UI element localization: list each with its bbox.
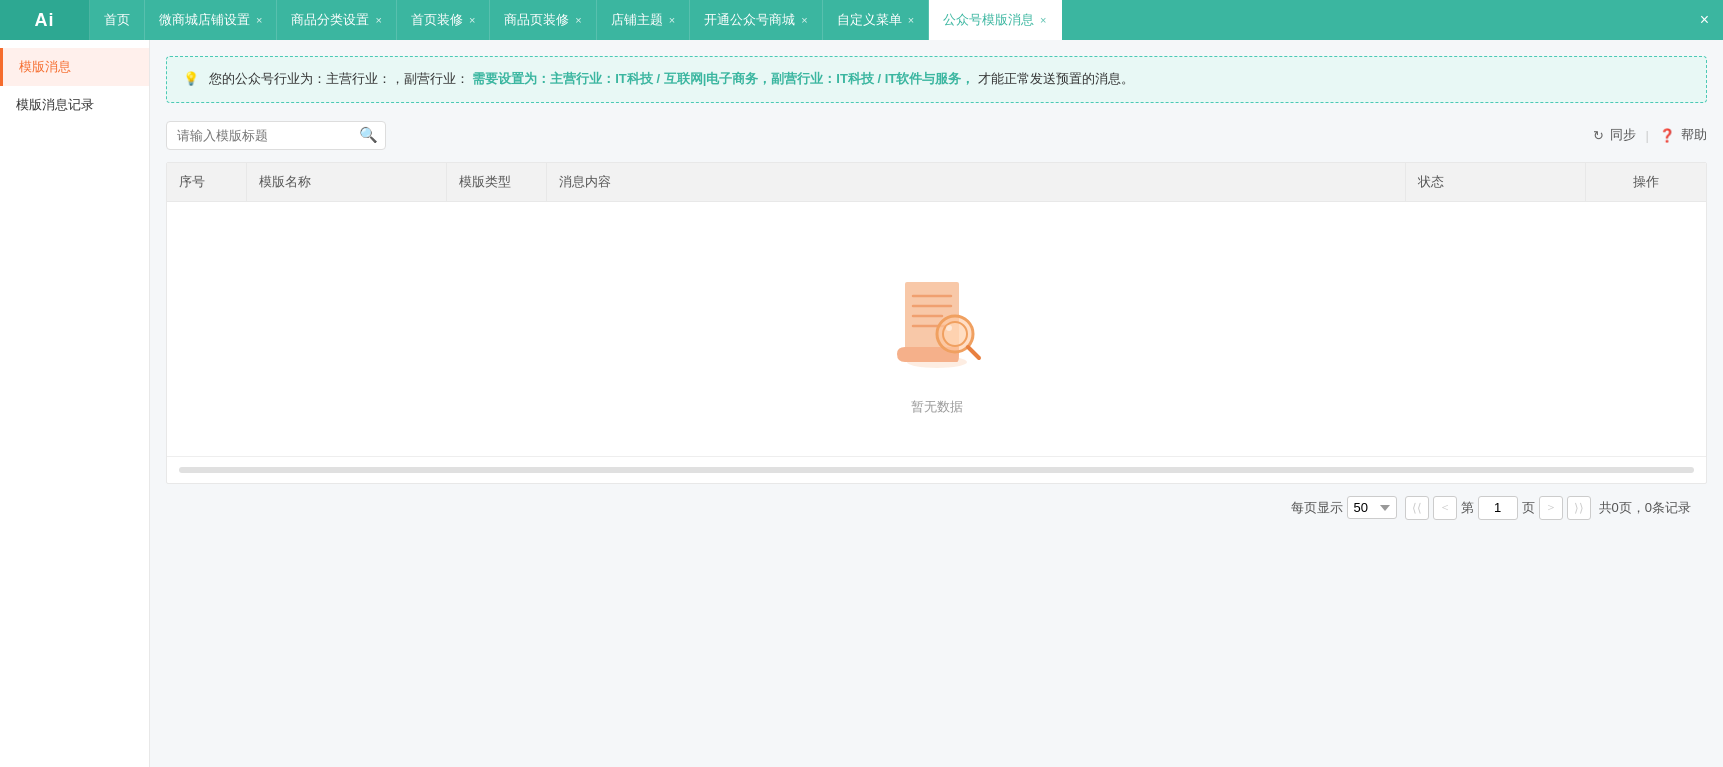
notice-bulb-icon: 💡 — [183, 71, 199, 86]
first-page-button[interactable]: ⟨⟨ — [1405, 496, 1429, 520]
empty-state: 暂无数据 — [167, 202, 1706, 456]
th-content: 消息内容 — [547, 163, 1406, 201]
logo-tab[interactable]: Ai — [0, 0, 90, 40]
close-product-decoration[interactable]: × — [575, 14, 581, 26]
sidebar-item-template-msg[interactable]: 模版消息 — [0, 48, 149, 86]
tab-open-mall-label: 开通公众号商城 — [704, 11, 795, 29]
page-size-select: 每页显示 10 20 50 100 — [1291, 496, 1397, 519]
scroll-bar-area — [167, 456, 1706, 483]
empty-illustration — [877, 262, 997, 382]
close-store-theme[interactable]: × — [669, 14, 675, 26]
tab-category-settings-label: 商品分类设置 — [291, 11, 369, 29]
sidebar-item-template-msg-record-label: 模版消息记录 — [16, 97, 94, 112]
main-content: 💡 您的公众号行业为：主营行业：，副营行业： 需要设置为：主营行业：IT科技 /… — [150, 40, 1723, 767]
tab-store-theme-label: 店铺主题 — [611, 11, 663, 29]
tab-product-decoration[interactable]: 商品页装修 × — [490, 0, 596, 40]
pagination: 每页显示 10 20 50 100 ⟨⟨ ＜ 第 页 ＞ ⟩⟩ 共0页，0条记录 — [166, 484, 1707, 532]
notice-highlight: 需要设置为：主营行业：IT科技 / 互联网|电子商务，副营行业：IT科技 / I… — [472, 71, 974, 86]
tab-home[interactable]: 首页 — [90, 0, 145, 40]
sidebar: 模版消息 模版消息记录 — [0, 40, 150, 767]
tab-custom-menu[interactable]: 自定义菜单 × — [823, 0, 929, 40]
tab-open-mall[interactable]: 开通公众号商城 × — [690, 0, 822, 40]
page-label: 第 — [1461, 499, 1474, 517]
next-page-button[interactable]: ＞ — [1539, 496, 1563, 520]
tab-custom-menu-label: 自定义菜单 — [837, 11, 902, 29]
page-nav: ⟨⟨ ＜ 第 页 ＞ ⟩⟩ — [1405, 496, 1591, 520]
search-input[interactable] — [166, 121, 386, 150]
notice-suffix: 才能正常发送预置的消息。 — [978, 71, 1134, 86]
search-bar: 🔍 ↻ 同步 | ❓ 帮助 — [166, 121, 1707, 150]
close-open-mall[interactable]: × — [801, 14, 807, 26]
notice-banner: 💡 您的公众号行业为：主营行业：，副营行业： 需要设置为：主营行业：IT科技 /… — [166, 56, 1707, 103]
th-status: 状态 — [1406, 163, 1586, 201]
tab-template-msg[interactable]: 公众号模版消息 × — [929, 0, 1061, 40]
empty-svg-icon — [877, 262, 997, 382]
close-category-settings[interactable]: × — [375, 14, 381, 26]
logo-text: Ai — [35, 10, 55, 31]
page-total: 共0页，0条记录 — [1599, 499, 1691, 517]
svg-point-8 — [946, 325, 952, 331]
layout: 模版消息 模版消息记录 💡 您的公众号行业为：主营行业：，副营行业： 需要设置为… — [0, 40, 1723, 767]
sidebar-item-template-msg-label: 模版消息 — [19, 59, 71, 74]
th-action: 操作 — [1586, 163, 1706, 201]
page-suffix: 页 — [1522, 499, 1535, 517]
sync-icon: ↻ — [1593, 128, 1604, 143]
search-input-wrap: 🔍 — [166, 121, 386, 150]
tab-home-label: 首页 — [104, 11, 130, 29]
table-header: 序号 模版名称 模版类型 消息内容 状态 操作 — [167, 163, 1706, 202]
tab-category-settings[interactable]: 商品分类设置 × — [277, 0, 396, 40]
th-type: 模版类型 — [447, 163, 547, 201]
search-icon[interactable]: 🔍 — [359, 126, 378, 144]
close-home-decoration[interactable]: × — [469, 14, 475, 26]
tab-home-decoration[interactable]: 首页装修 × — [397, 0, 490, 40]
data-table: 序号 模版名称 模版类型 消息内容 状态 操作 — [166, 162, 1707, 484]
last-page-button[interactable]: ⟩⟩ — [1567, 496, 1591, 520]
tab-store-settings[interactable]: 微商城店铺设置 × — [145, 0, 277, 40]
sync-button[interactable]: 同步 — [1610, 126, 1636, 144]
th-name: 模版名称 — [247, 163, 447, 201]
tab-product-decoration-label: 商品页装修 — [504, 11, 569, 29]
svg-line-7 — [968, 347, 979, 358]
svg-point-6 — [943, 322, 967, 346]
sync-help-bar: ↻ 同步 | ❓ 帮助 — [1593, 126, 1707, 144]
close-store-settings[interactable]: × — [256, 14, 262, 26]
top-nav: Ai 首页 微商城店铺设置 × 商品分类设置 × 首页装修 × 商品页装修 × … — [0, 0, 1723, 40]
tab-home-decoration-label: 首页装修 — [411, 11, 463, 29]
empty-text: 暂无数据 — [911, 398, 963, 416]
tab-template-msg-label: 公众号模版消息 — [943, 11, 1034, 29]
horizontal-scrollbar[interactable] — [179, 467, 1694, 473]
close-custom-menu[interactable]: × — [908, 14, 914, 26]
divider: | — [1646, 128, 1649, 143]
page-number-input[interactable] — [1478, 496, 1518, 520]
sidebar-item-template-msg-record[interactable]: 模版消息记录 — [0, 86, 149, 124]
page-size-label: 每页显示 — [1291, 499, 1343, 517]
notice-prefix: 您的公众号行业为：主营行业：，副营行业： — [209, 71, 469, 86]
help-button[interactable]: 帮助 — [1681, 126, 1707, 144]
prev-page-button[interactable]: ＜ — [1433, 496, 1457, 520]
help-circle-icon: ❓ — [1659, 128, 1675, 143]
close-template-msg[interactable]: × — [1040, 14, 1046, 26]
page-size-dropdown[interactable]: 10 20 50 100 — [1347, 496, 1397, 519]
tab-store-settings-label: 微商城店铺设置 — [159, 11, 250, 29]
tab-store-theme[interactable]: 店铺主题 × — [597, 0, 690, 40]
close-all-button[interactable]: × — [1686, 11, 1723, 29]
th-seq: 序号 — [167, 163, 247, 201]
